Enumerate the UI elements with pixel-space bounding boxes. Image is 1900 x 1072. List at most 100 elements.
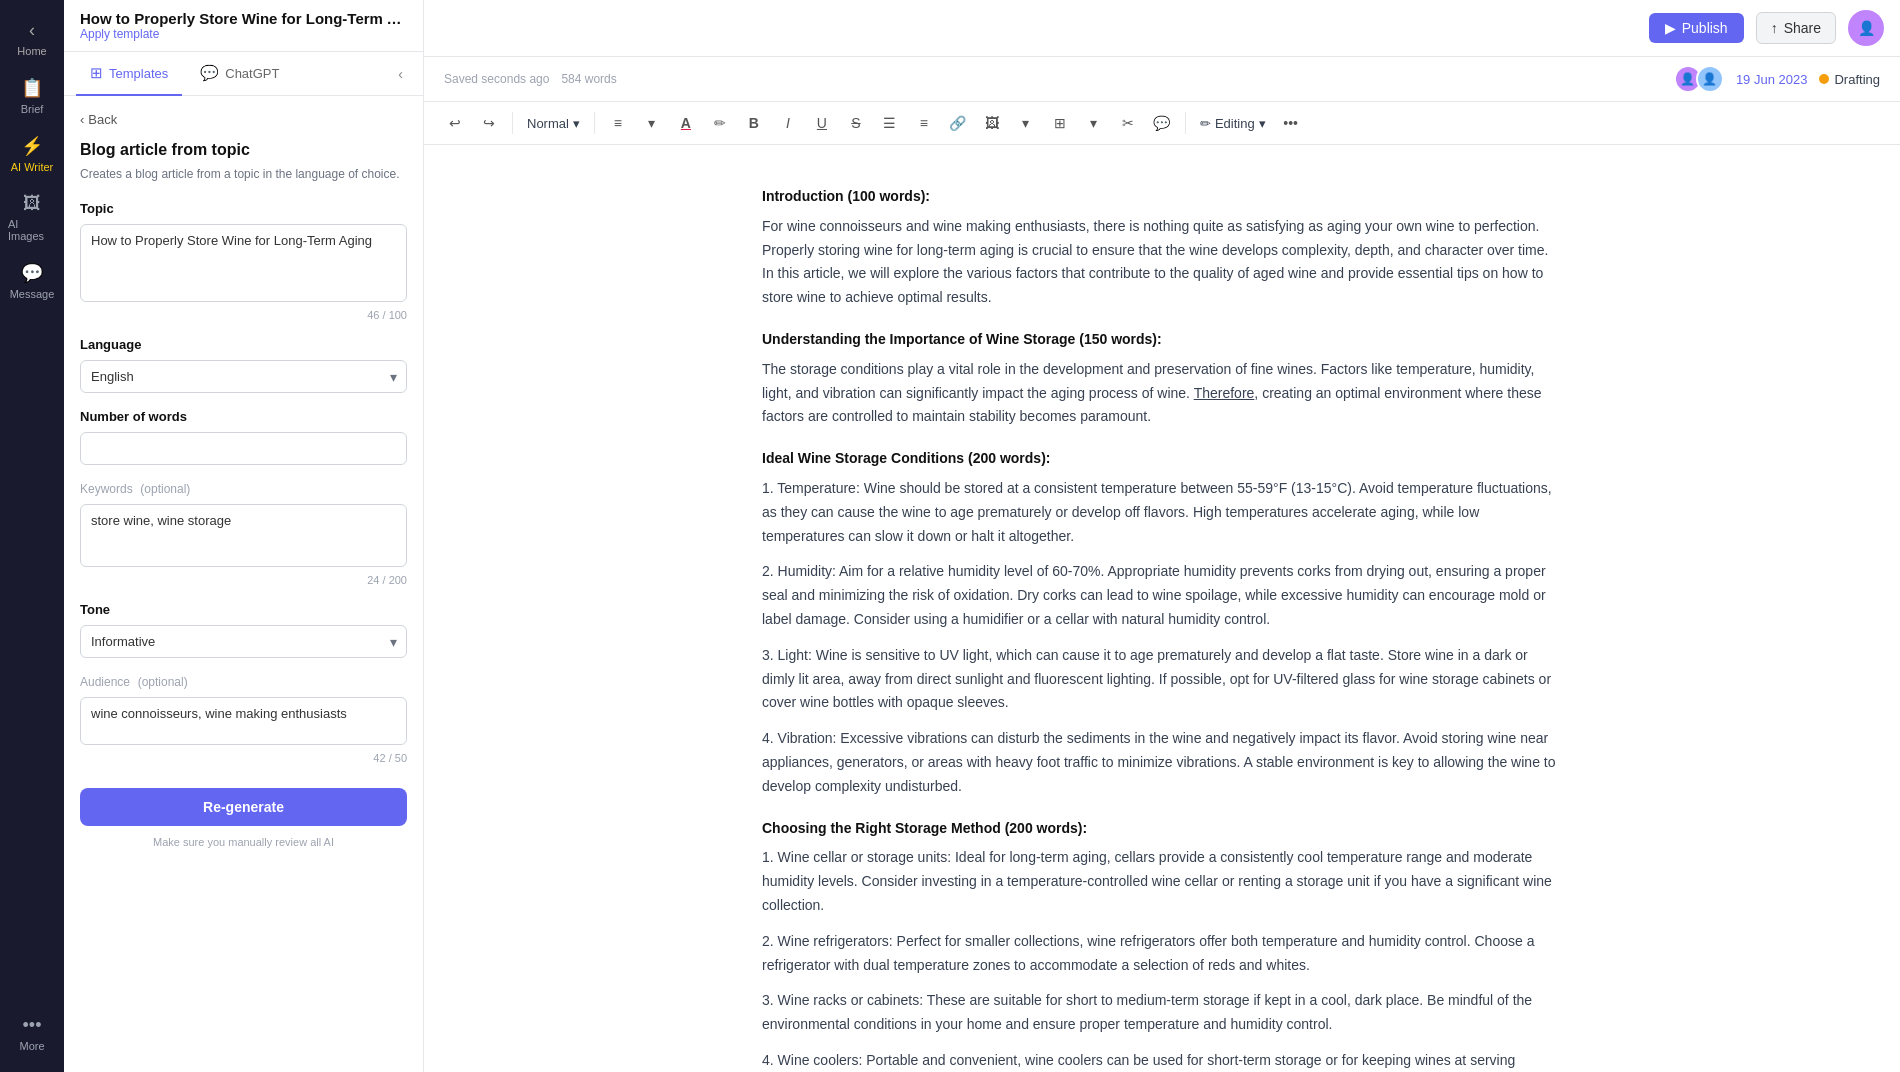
section-3-point-4: 4. Vibration: Excessive vibrations can d…: [762, 727, 1562, 798]
align-button[interactable]: ≡: [603, 108, 633, 138]
nav-ai-writer[interactable]: ⚡ AI Writer: [4, 127, 60, 181]
editing-label: Editing: [1215, 116, 1255, 131]
highlight-button[interactable]: ✏: [705, 108, 735, 138]
nav-message-label: Message: [10, 288, 55, 300]
keywords-input[interactable]: store wine, wine storage: [80, 504, 407, 567]
section-2-heading: Understanding the Importance of Wine Sto…: [762, 328, 1562, 352]
saved-status: Saved seconds ago: [444, 72, 549, 86]
collapse-sidebar-btn[interactable]: ‹: [390, 58, 411, 90]
topic-input[interactable]: How to Properly Store Wine for Long-Term…: [80, 224, 407, 302]
toolbar-sep-3: [1185, 112, 1186, 134]
top-header: How to Properly Store Wine for Long-Term…: [64, 0, 423, 52]
strikethrough-icon: S: [851, 115, 860, 131]
nav-message[interactable]: 💬 Message: [4, 254, 60, 308]
tab-templates-label: Templates: [109, 66, 168, 81]
num-words-label: Number of words: [80, 409, 407, 424]
keywords-char-count: 24 / 200: [80, 574, 407, 586]
image-button[interactable]: 🖼: [977, 108, 1007, 138]
section-3-point-3: 3. Light: Wine is sensitive to UV light,…: [762, 644, 1562, 715]
edit-pencil-icon: ✏: [1200, 116, 1211, 131]
doc-date: 19 Jun 2023: [1736, 72, 1808, 87]
template-desc: Creates a blog article from a topic in t…: [80, 165, 407, 183]
style-dropdown-arrow-icon: ▾: [573, 116, 580, 131]
audience-optional: (optional): [138, 675, 188, 689]
topic-field: Topic How to Properly Store Wine for Lon…: [80, 201, 407, 321]
topic-char-count: 46 / 100: [80, 309, 407, 321]
brief-icon: 📋: [21, 77, 43, 99]
text-color-button[interactable]: A: [671, 108, 701, 138]
underline-button[interactable]: U: [807, 108, 837, 138]
section-4-point-2: 2. Wine refrigerators: Perfect for small…: [762, 930, 1562, 978]
italic-button[interactable]: I: [773, 108, 803, 138]
doc-title: How to Properly Store Wine for Long-Term…: [80, 10, 407, 27]
regenerate-button[interactable]: Re-generate: [80, 788, 407, 826]
publish-button[interactable]: ▶ Publish: [1649, 13, 1744, 43]
underline-icon: U: [817, 115, 827, 131]
style-dropdown[interactable]: Normal ▾: [521, 112, 586, 135]
audience-char-count: 42 / 50: [80, 752, 407, 764]
nav-ai-writer-label: AI Writer: [11, 161, 54, 173]
bullet-list-button[interactable]: ☰: [875, 108, 905, 138]
format-clear-button[interactable]: ✂: [1113, 108, 1143, 138]
toolbar: ↩ ↪ Normal ▾ ≡ ▾ A ✏ B I U S ☰ ≡ 🔗 🖼 ▾ ⊞…: [424, 102, 1900, 145]
back-label: Back: [88, 112, 117, 127]
nav-home[interactable]: ‹ Home: [4, 12, 60, 65]
topic-label: Topic: [80, 201, 407, 216]
section-3-heading: Ideal Wine Storage Conditions (200 words…: [762, 447, 1562, 471]
chevron-left-icon: ‹: [29, 20, 35, 41]
language-select[interactable]: English Spanish French German Italian: [80, 360, 407, 393]
link-button[interactable]: 🔗: [943, 108, 973, 138]
back-arrow-icon: ‹: [80, 112, 84, 127]
section-3-point-1: 1. Temperature: Wine should be stored at…: [762, 477, 1562, 548]
image-options-button[interactable]: ▾: [1011, 108, 1041, 138]
section-4-point-1: 1. Wine cellar or storage units: Ideal f…: [762, 846, 1562, 917]
template-title: Blog article from topic: [80, 141, 407, 159]
bold-icon: B: [749, 115, 759, 131]
editor-content: Introduction (100 words): For wine conno…: [762, 185, 1562, 1072]
tab-chatgpt[interactable]: 💬 ChatGPT: [186, 52, 293, 96]
editing-dropdown[interactable]: ✏ Editing ▾: [1194, 112, 1272, 135]
keywords-optional: (optional): [140, 482, 190, 496]
templates-tab-icon: ⊞: [90, 64, 103, 82]
share-button[interactable]: ↑ Share: [1756, 12, 1836, 44]
word-count: 584 words: [561, 72, 616, 86]
nav-more[interactable]: ••• More: [4, 1007, 60, 1060]
num-words-input[interactable]: 1000: [80, 432, 407, 465]
table-button[interactable]: ⊞: [1045, 108, 1075, 138]
comment-button[interactable]: 💬: [1147, 108, 1177, 138]
align-options-button[interactable]: ▾: [637, 108, 667, 138]
tab-templates[interactable]: ⊞ Templates: [76, 52, 182, 96]
table-options-button[interactable]: ▾: [1079, 108, 1109, 138]
editing-arrow-icon: ▾: [1259, 116, 1266, 131]
bold-button[interactable]: B: [739, 108, 769, 138]
nav-ai-images[interactable]: 🖼 AI Images: [4, 185, 60, 250]
publish-label: Publish: [1682, 20, 1728, 36]
drafting-badge: Drafting: [1819, 72, 1880, 87]
undo-button[interactable]: ↩: [440, 108, 470, 138]
redo-button[interactable]: ↪: [474, 108, 504, 138]
publish-icon: ▶: [1665, 20, 1676, 36]
tone-label: Tone: [80, 602, 407, 617]
nav-brief[interactable]: 📋 Brief: [4, 69, 60, 123]
toolbar-sep-1: [512, 112, 513, 134]
language-field: Language English Spanish French German I…: [80, 337, 407, 393]
toolbar-sep-2: [594, 112, 595, 134]
user-avatar[interactable]: 👤: [1848, 10, 1884, 46]
nav-ai-images-label: AI Images: [8, 218, 56, 242]
message-icon: 💬: [21, 262, 43, 284]
nav-home-label: Home: [17, 45, 46, 57]
audience-input[interactable]: wine connoisseurs, wine making enthusias…: [80, 697, 407, 745]
section-3-point-2: 2. Humidity: Aim for a relative humidity…: [762, 560, 1562, 631]
main-top-header: ▶ Publish ↑ Share 👤: [424, 0, 1900, 57]
audience-label: Audience (optional): [80, 674, 407, 689]
editor-area[interactable]: Introduction (100 words): For wine conno…: [424, 145, 1900, 1072]
tone-select[interactable]: Informative Professional Casual Funny: [80, 625, 407, 658]
strikethrough-button[interactable]: S: [841, 108, 871, 138]
numbered-list-button[interactable]: ≡: [909, 108, 939, 138]
back-button[interactable]: ‹ Back: [80, 112, 407, 127]
apply-template-link[interactable]: Apply template: [80, 27, 407, 41]
sidebar: How to Properly Store Wine for Long-Term…: [64, 0, 424, 1072]
share-label: Share: [1784, 20, 1821, 36]
more-options-button[interactable]: •••: [1276, 108, 1306, 138]
ai-writer-icon: ⚡: [21, 135, 43, 157]
